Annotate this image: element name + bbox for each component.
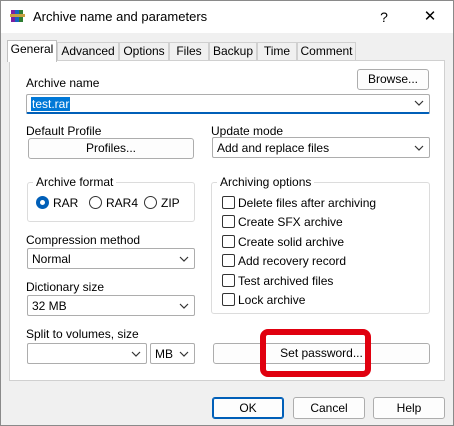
radio-zip-label[interactable]: ZIP bbox=[161, 196, 180, 210]
radio-rar[interactable] bbox=[36, 196, 49, 209]
chevron-down-icon bbox=[179, 256, 189, 262]
lock-archive-label[interactable]: Lock archive bbox=[238, 293, 305, 307]
split-volumes-size-input[interactable] bbox=[27, 343, 147, 364]
radio-rar4-label[interactable]: RAR4 bbox=[106, 196, 138, 210]
create-sfx-label[interactable]: Create SFX archive bbox=[238, 215, 343, 229]
default-profile-label: Default Profile bbox=[26, 124, 102, 138]
chevron-down-icon bbox=[414, 145, 424, 151]
help-title-button[interactable]: ? bbox=[361, 1, 407, 33]
checkbox-lock-archive[interactable] bbox=[222, 293, 235, 306]
create-solid-label[interactable]: Create solid archive bbox=[238, 235, 344, 249]
compression-method-select[interactable]: Normal bbox=[27, 248, 195, 269]
archive-name-value: test.rar bbox=[31, 97, 71, 111]
dictionary-size-value: 32 MB bbox=[32, 299, 67, 313]
checkbox-create-sfx[interactable] bbox=[222, 215, 235, 228]
tab-backup[interactable]: Backup bbox=[209, 42, 257, 61]
compression-method-label: Compression method bbox=[26, 233, 141, 247]
radio-zip[interactable] bbox=[144, 196, 157, 209]
title-bar[interactable]: Archive name and parameters ? ✕ bbox=[1, 1, 453, 33]
checkbox-delete-files[interactable] bbox=[222, 196, 235, 209]
split-volumes-unit: MB bbox=[155, 347, 173, 361]
window-title: Archive name and parameters bbox=[33, 9, 208, 24]
winrar-books-icon bbox=[10, 8, 26, 24]
tab-general[interactable]: General bbox=[7, 40, 57, 62]
browse-button[interactable]: Browse... bbox=[357, 69, 429, 90]
dictionary-size-select[interactable]: 32 MB bbox=[27, 295, 195, 316]
split-volumes-label: Split to volumes, size bbox=[26, 327, 139, 341]
recovery-record-label[interactable]: Add recovery record bbox=[238, 254, 346, 268]
dialog-window: Archive name and parameters ? ✕ General … bbox=[0, 0, 454, 426]
chevron-down-icon bbox=[179, 351, 189, 357]
compression-method-value: Normal bbox=[32, 252, 71, 266]
delete-files-label[interactable]: Delete files after archiving bbox=[238, 196, 376, 210]
radio-rar-label[interactable]: RAR bbox=[53, 196, 78, 210]
chevron-down-icon bbox=[179, 303, 189, 309]
test-archived-label[interactable]: Test archived files bbox=[238, 274, 333, 288]
chevron-down-icon[interactable] bbox=[413, 97, 425, 109]
tab-comment[interactable]: Comment bbox=[297, 42, 356, 61]
tab-advanced[interactable]: Advanced bbox=[57, 42, 119, 61]
archive-name-label: Archive name bbox=[26, 76, 100, 90]
update-mode-label: Update mode bbox=[211, 124, 284, 138]
checkbox-create-solid[interactable] bbox=[222, 235, 235, 248]
highlight-box bbox=[260, 329, 371, 377]
tab-files[interactable]: Files bbox=[169, 42, 209, 61]
profiles-button[interactable]: Profiles... bbox=[28, 138, 194, 159]
archive-name-input[interactable]: test.rar bbox=[26, 94, 430, 114]
tab-options[interactable]: Options bbox=[119, 42, 169, 61]
cancel-button[interactable]: Cancel bbox=[293, 397, 365, 419]
archive-format-label: Archive format bbox=[33, 175, 117, 189]
tab-time[interactable]: Time bbox=[257, 42, 297, 61]
chevron-down-icon[interactable] bbox=[130, 348, 142, 360]
update-mode-select[interactable]: Add and replace files bbox=[212, 137, 430, 158]
checkbox-recovery-record[interactable] bbox=[222, 254, 235, 267]
checkbox-test-archived[interactable] bbox=[222, 274, 235, 287]
close-button[interactable]: ✕ bbox=[407, 1, 453, 33]
update-mode-value: Add and replace files bbox=[217, 141, 330, 155]
help-button[interactable]: Help bbox=[373, 397, 445, 419]
radio-rar4[interactable] bbox=[89, 196, 102, 209]
dictionary-size-label: Dictionary size bbox=[26, 280, 105, 294]
archiving-options-label: Archiving options bbox=[217, 175, 315, 189]
ok-button[interactable]: OK bbox=[212, 397, 284, 419]
split-volumes-unit-select[interactable]: MB bbox=[150, 343, 195, 364]
